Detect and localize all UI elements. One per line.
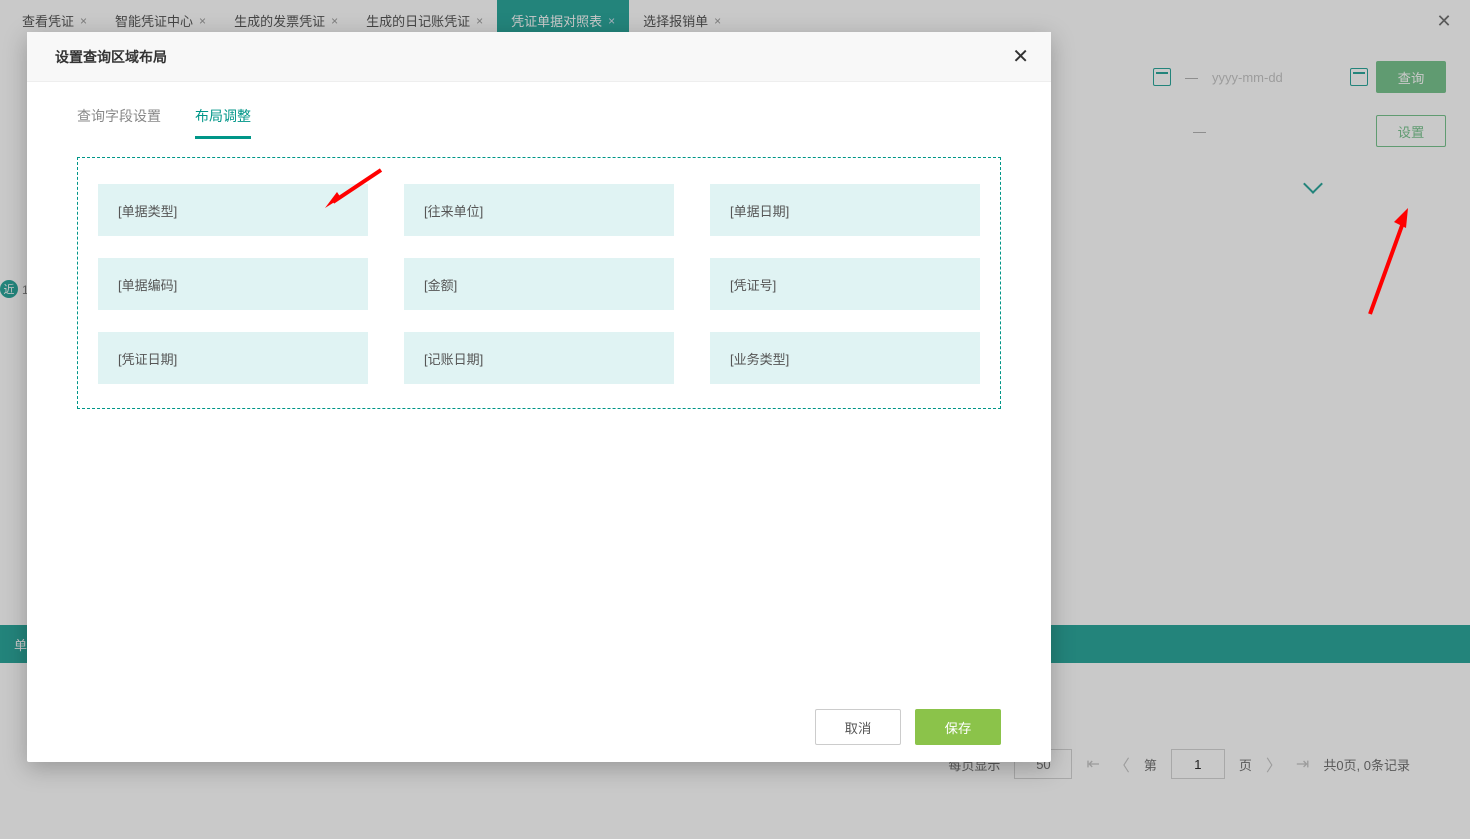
- field-item[interactable]: [业务类型]: [710, 332, 980, 384]
- modal-body: 查询字段设置 布局调整 [单据类型] [往来单位] [单据日期] [单据编码] …: [27, 82, 1051, 692]
- tab-layout-adjust[interactable]: 布局调整: [195, 106, 251, 139]
- field-item[interactable]: [单据类型]: [98, 184, 368, 236]
- field-item[interactable]: [凭证日期]: [98, 332, 368, 384]
- field-item[interactable]: [单据编码]: [98, 258, 368, 310]
- modal-close-button[interactable]: ✕: [1012, 47, 1029, 67]
- field-item[interactable]: [金额]: [404, 258, 674, 310]
- save-button[interactable]: 保存: [915, 709, 1001, 745]
- field-item[interactable]: [单据日期]: [710, 184, 980, 236]
- modal-header: 设置查询区域布局 ✕: [27, 32, 1051, 82]
- modal-title: 设置查询区域布局: [55, 47, 167, 67]
- modal-footer: 取消 保存: [27, 692, 1051, 762]
- cancel-button[interactable]: 取消: [815, 709, 901, 745]
- tab-field-settings[interactable]: 查询字段设置: [77, 106, 161, 139]
- field-item[interactable]: [往来单位]: [404, 184, 674, 236]
- field-item[interactable]: [记账日期]: [404, 332, 674, 384]
- layout-field-container: [单据类型] [往来单位] [单据日期] [单据编码] [金额] [凭证号] […: [77, 157, 1001, 409]
- field-item[interactable]: [凭证号]: [710, 258, 980, 310]
- modal-tab-bar: 查询字段设置 布局调整: [77, 106, 1001, 139]
- layout-field-grid: [单据类型] [往来单位] [单据日期] [单据编码] [金额] [凭证号] […: [98, 184, 980, 384]
- settings-modal: 设置查询区域布局 ✕ 查询字段设置 布局调整 [单据类型] [往来单位] [单据…: [27, 32, 1051, 762]
